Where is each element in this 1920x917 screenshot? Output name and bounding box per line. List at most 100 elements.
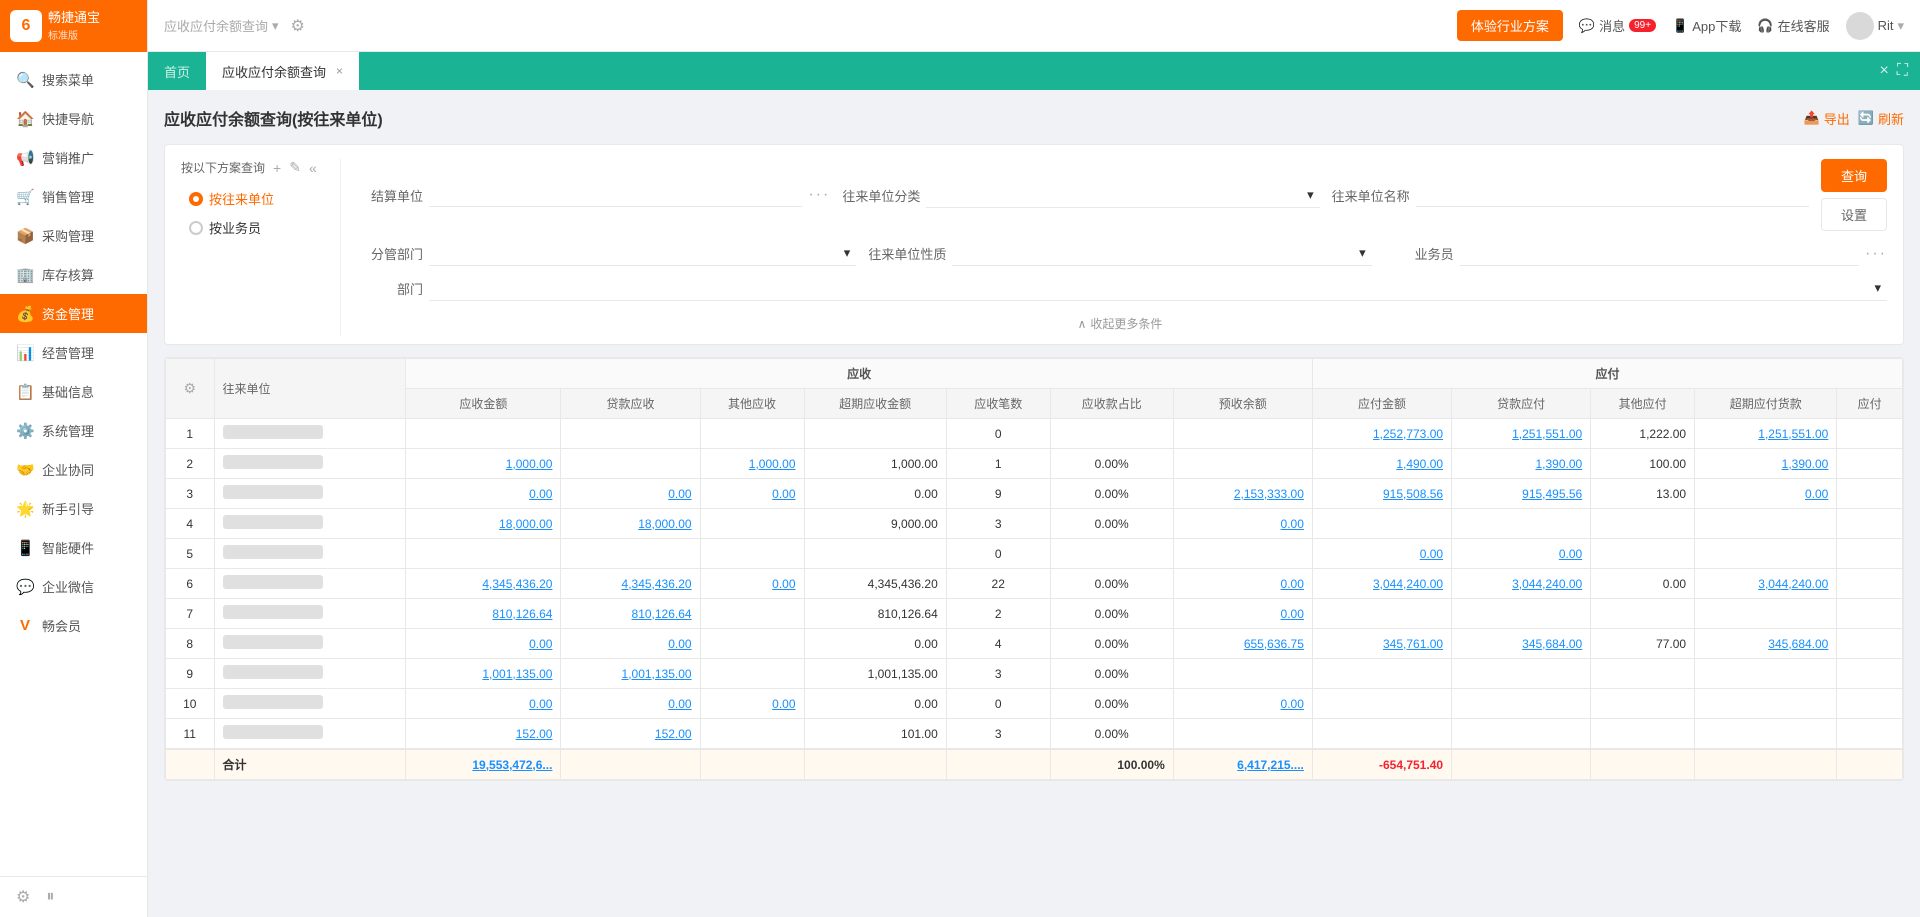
sidebar-item-search[interactable]: 🔍 搜索菜单 — [0, 60, 147, 99]
add-scheme-button[interactable]: + — [273, 160, 281, 176]
tab-current[interactable]: 应收应付余额查询 × — [206, 52, 359, 90]
table-cell[interactable]: 0.00 — [700, 689, 804, 719]
settlement-unit-more-icon[interactable]: ··· — [808, 186, 830, 204]
export-button[interactable]: 📤 导出 — [1804, 109, 1850, 128]
sidebar-item-guide[interactable]: 🌟 新手引导 — [0, 489, 147, 528]
sidebar-item-quick[interactable]: 🏠 快捷导航 — [0, 99, 147, 138]
table-cell[interactable]: 0.00 — [406, 629, 561, 659]
table-cell[interactable]: 152.00 — [561, 719, 700, 750]
table-cell[interactable]: 810,126.64 — [561, 599, 700, 629]
table-cell[interactable]: 1,252,773.00 — [1312, 419, 1451, 449]
user-menu[interactable]: Rit ▾ — [1846, 12, 1904, 40]
table-cell[interactable]: 3,044,240.00 — [1452, 569, 1591, 599]
sidebar-item-corp[interactable]: 🤝 企业协同 — [0, 450, 147, 489]
department-mgr-select[interactable]: ▾ — [429, 241, 856, 266]
table-cell[interactable]: 152.00 — [406, 719, 561, 750]
header-gear-icon[interactable]: ⚙ — [291, 16, 305, 36]
sidebar-item-finance[interactable]: 💰 资金管理 — [0, 294, 147, 333]
sidebar-item-hardware[interactable]: 📱 智能硬件 — [0, 528, 147, 567]
table-cell[interactable]: 345,684.00 — [1695, 629, 1837, 659]
tab-fullscreen-icon[interactable]: ⛶ — [1897, 62, 1908, 80]
refresh-button[interactable]: 🔄 刷新 — [1858, 109, 1904, 128]
sidebar-item-purchase[interactable]: 📦 采购管理 — [0, 216, 147, 255]
table-row: 80.000.000.0040.00%655,636.75345,761.003… — [166, 629, 1903, 659]
table-cell[interactable]: 1,390.00 — [1452, 449, 1591, 479]
sidebar-item-inventory[interactable]: 🏢 库存核算 — [0, 255, 147, 294]
table-cell[interactable]: 655,636.75 — [1173, 629, 1312, 659]
sidebar-collapse-icon[interactable]: ⏸ — [46, 888, 54, 906]
table-cell[interactable]: 0.00 — [406, 689, 561, 719]
table-cell[interactable]: 1,000.00 — [406, 449, 561, 479]
table-cell[interactable]: 1,000.00 — [700, 449, 804, 479]
tab-minimize-icon[interactable]: × — [1879, 62, 1888, 80]
table-cell[interactable]: 0.00 — [1312, 539, 1451, 569]
sidebar-item-wechat[interactable]: 💬 企业微信 — [0, 567, 147, 606]
table-cell[interactable]: 0.00 — [561, 629, 700, 659]
page-header-actions: 📤 导出 🔄 刷新 — [1804, 109, 1904, 128]
table-cell[interactable]: 4,345,436.20 — [561, 569, 700, 599]
tab-close-icon[interactable]: × — [336, 64, 343, 78]
query-button[interactable]: 查询 — [1821, 159, 1887, 192]
footer-advance-balance[interactable]: 6,417,215.... — [1173, 749, 1312, 780]
table-cell[interactable]: 3,044,240.00 — [1695, 569, 1837, 599]
col-settings[interactable]: ⚙ — [166, 359, 215, 419]
scheme-option-salesperson[interactable]: 按业务员 — [189, 215, 328, 240]
table-cell[interactable]: 1,001,135.00 — [561, 659, 700, 689]
partner-name-cell — [214, 569, 406, 599]
table-cell[interactable]: 0.00 — [1695, 479, 1837, 509]
table-cell[interactable]: 2,153,333.00 — [1173, 479, 1312, 509]
table-cell[interactable]: 0.00 — [1173, 509, 1312, 539]
partner-name-input[interactable] — [1416, 183, 1809, 207]
sidebar-item-operation[interactable]: 📊 经营管理 — [0, 333, 147, 372]
table-cell[interactable]: 0.00 — [1173, 599, 1312, 629]
table-cell[interactable]: 915,508.56 — [1312, 479, 1451, 509]
app-download-button[interactable]: 📱 App下载 — [1672, 16, 1741, 35]
table-cell[interactable]: 3,044,240.00 — [1312, 569, 1451, 599]
sidebar-item-marketing[interactable]: 📢 营销推广 — [0, 138, 147, 177]
sidebar-nav: 🔍 搜索菜单 🏠 快捷导航 📢 营销推广 🛒 销售管理 📦 采购管理 🏢 库存核… — [0, 52, 147, 876]
table-cell[interactable]: 4,345,436.20 — [406, 569, 561, 599]
online-service-button[interactable]: 🎧 在线客服 — [1757, 16, 1829, 35]
table-cell[interactable]: 1,251,551.00 — [1452, 419, 1591, 449]
table-cell[interactable]: 1,390.00 — [1695, 449, 1837, 479]
table-cell[interactable]: 18,000.00 — [406, 509, 561, 539]
table-cell[interactable]: 0.00 — [406, 479, 561, 509]
table-cell[interactable]: 0.00 — [1173, 689, 1312, 719]
table-cell[interactable]: 1,001,135.00 — [406, 659, 561, 689]
salesperson-input[interactable] — [1460, 242, 1859, 266]
scheme-option-partner[interactable]: 按往来单位 — [189, 186, 328, 211]
table-settings-icon[interactable]: ⚙ — [183, 380, 196, 396]
table-cell[interactable]: 0.00 — [561, 689, 700, 719]
partner-nature-select[interactable]: ▾ — [952, 241, 1371, 266]
sidebar-settings-icon[interactable]: ⚙ — [16, 887, 30, 907]
table-cell[interactable]: 1,490.00 — [1312, 449, 1451, 479]
partner-category-select[interactable]: ▾ — [926, 183, 1319, 208]
settings-button[interactable]: 设置 — [1821, 198, 1887, 231]
table-cell[interactable]: 0.00 — [561, 479, 700, 509]
sidebar-item-basic[interactable]: 📋 基础信息 — [0, 372, 147, 411]
table-cell[interactable]: 915,495.56 — [1452, 479, 1591, 509]
solution-button[interactable]: 体验行业方案 — [1457, 10, 1563, 41]
sidebar-item-member[interactable]: V 畅会员 — [0, 606, 147, 645]
table-cell[interactable]: 0.00 — [1173, 569, 1312, 599]
settlement-unit-input[interactable] — [429, 183, 802, 207]
collapse-scheme-button[interactable]: « — [309, 160, 317, 176]
table-cell[interactable]: 1,251,551.00 — [1695, 419, 1837, 449]
table-cell[interactable]: 345,761.00 — [1312, 629, 1451, 659]
footer-receivable-amount[interactable]: 19,553,472,6... — [406, 749, 561, 780]
salesperson-more-icon[interactable]: ··· — [1865, 245, 1887, 263]
sidebar-item-system[interactable]: ⚙️ 系统管理 — [0, 411, 147, 450]
sidebar-item-sales[interactable]: 🛒 销售管理 — [0, 177, 147, 216]
collapse-more-button[interactable]: ∧ 收起更多条件 — [353, 311, 1887, 336]
table-cell[interactable]: 0.00 — [700, 479, 804, 509]
department-select[interactable]: ▾ — [429, 276, 1887, 301]
table-cell[interactable]: 0.00 — [1452, 539, 1591, 569]
table-cell[interactable]: 18,000.00 — [561, 509, 700, 539]
table-cell[interactable]: 810,126.64 — [406, 599, 561, 629]
message-button[interactable]: 💬 消息 99+ — [1579, 16, 1656, 35]
table-cell[interactable]: 345,684.00 — [1452, 629, 1591, 659]
table-cell[interactable]: 0.00 — [700, 569, 804, 599]
edit-scheme-button[interactable]: ✎ — [289, 159, 301, 176]
tab-home[interactable]: 首页 — [148, 52, 206, 90]
table-cell: 0 — [946, 419, 1050, 449]
